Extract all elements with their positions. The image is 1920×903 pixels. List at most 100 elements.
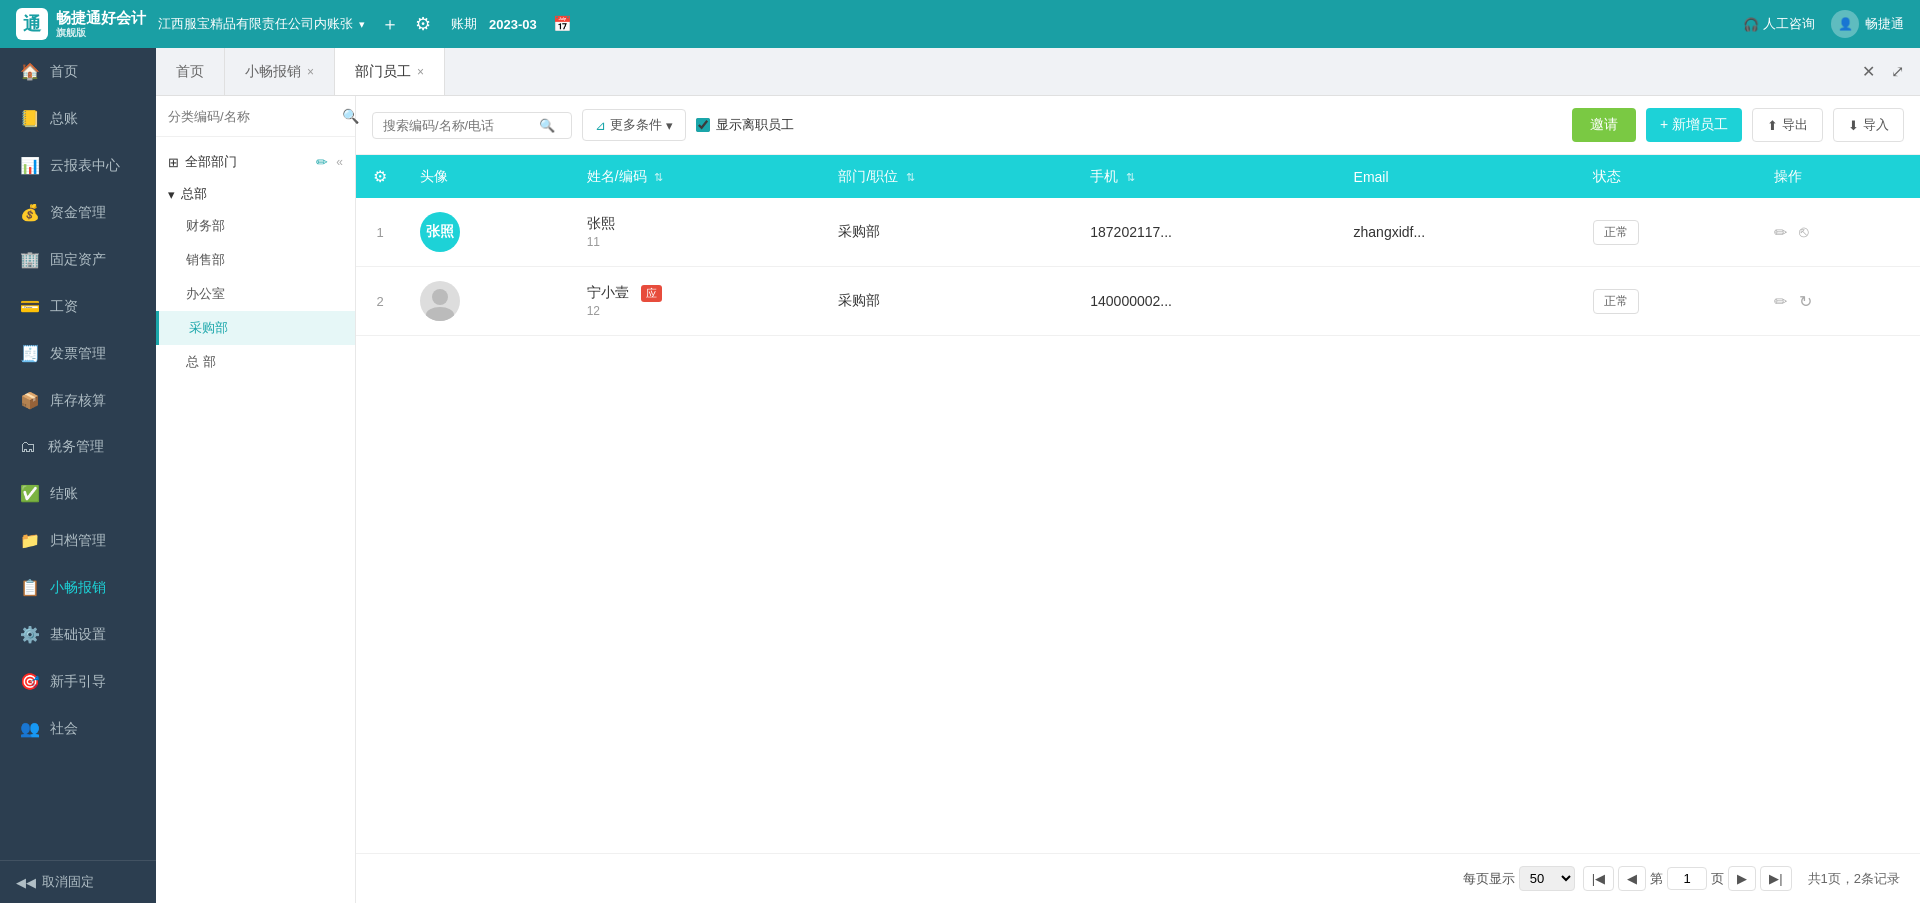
sidebar-scroll: 🏠 首页 📒 总账 📊 云报表中心 💰 资金管理 🏢 固定资产 💳 工资 [0, 48, 156, 860]
dept-tree-header[interactable]: ⊞ 全部部门 ✏ « [156, 145, 355, 179]
status-cell-2: 正常 [1577, 267, 1758, 336]
close-period-icon: ✅ [20, 484, 40, 503]
export-icon: ⬆ [1767, 118, 1778, 133]
name-code-cell-1: 张熙 11 [571, 198, 823, 267]
svg-point-0 [432, 289, 448, 305]
period-label: 账期 [451, 15, 477, 33]
filter-label: 更多条件 [610, 116, 662, 134]
more-filters-button[interactable]: ⊿ 更多条件 ▾ [582, 109, 686, 141]
tab-home-label: 首页 [176, 63, 204, 81]
edit-icon-2[interactable]: ✏ [1774, 292, 1787, 311]
employee-search-input[interactable] [383, 118, 533, 133]
settings-icon[interactable]: ⚙ [415, 13, 431, 35]
sidebar-item-basic-settings[interactable]: ⚙️ 基础设置 [0, 611, 156, 658]
sidebar-label-close: 结账 [50, 485, 78, 503]
tab-employees-label: 部门员工 [355, 63, 411, 81]
show-resigned-checkbox[interactable] [696, 118, 710, 132]
sidebar-item-invoice[interactable]: 🧾 发票管理 [0, 330, 156, 377]
status-badge-2: 正常 [1593, 289, 1639, 314]
tab-employees-close-icon[interactable]: × [417, 65, 424, 79]
dept-item-purchasing[interactable]: 采购部 [156, 311, 355, 345]
tab-expense-close-icon[interactable]: × [307, 65, 314, 79]
sidebar-item-tax[interactable]: 🗂 税务管理 [0, 424, 156, 470]
edit-icon-1[interactable]: ✏ [1774, 223, 1787, 242]
avatar-cell-2 [404, 267, 571, 336]
dept-item-finance[interactable]: 财务部 [156, 209, 355, 243]
dept-collapse-icon[interactable]: « [336, 155, 343, 169]
dept-group-headquarters[interactable]: ▾ 总部 [156, 179, 355, 209]
export-button[interactable]: ⬆ 导出 [1752, 108, 1823, 142]
page-di-label: 第 [1650, 870, 1663, 888]
sidebar-item-home[interactable]: 🏠 首页 [0, 48, 156, 95]
tab-bar: 首页 小畅报销 × 部门员工 × ✕ ⤢ [156, 48, 1920, 96]
dept-item-office[interactable]: 办公室 [156, 277, 355, 311]
sidebar-item-guide[interactable]: 🎯 新手引导 [0, 658, 156, 705]
sidebar-item-reports[interactable]: 📊 云报表中心 [0, 142, 156, 189]
filter-icon: ⊿ [595, 118, 606, 133]
sidebar: 🏠 首页 📒 总账 📊 云报表中心 💰 资金管理 🏢 固定资产 💳 工资 [0, 48, 156, 903]
sidebar-label-guide: 新手引导 [50, 673, 106, 691]
right-panel: 🔍 ⊿ 更多条件 ▾ 显示离职员工 邀请 [356, 96, 1920, 903]
employee-table: ⚙ 头像 姓名/编码 ⇅ 部门/职位 ⇅ 手机 ⇅ Email 状态 操作 [356, 155, 1920, 336]
add-icon[interactable]: ＋ [377, 12, 403, 36]
tab-employees[interactable]: 部门员工 × [335, 48, 445, 95]
col-phone[interactable]: 手机 ⇅ [1074, 155, 1337, 198]
sidebar-label-home: 首页 [50, 63, 78, 81]
tab-home[interactable]: 首页 [156, 48, 225, 95]
sidebar-item-ledger[interactable]: 📒 总账 [0, 95, 156, 142]
col-dept-position[interactable]: 部门/职位 ⇅ [822, 155, 1074, 198]
dept-search-input[interactable] [168, 109, 336, 124]
per-page-select[interactable]: 50 10 20 100 [1519, 866, 1575, 891]
employee-search-box: 🔍 [372, 112, 572, 139]
actions-cell-1: ✏ ⎋ [1758, 198, 1920, 267]
tab-expand-icon[interactable]: ⤢ [1887, 58, 1908, 85]
dept-item-sales[interactable]: 销售部 [156, 243, 355, 277]
phone-cell-1: 187202117... [1074, 198, 1337, 267]
tab-close-all-icon[interactable]: ✕ [1858, 58, 1879, 85]
sidebar-item-funds[interactable]: 💰 资金管理 [0, 189, 156, 236]
dept-edit-icon[interactable]: ✏ [316, 154, 328, 170]
logout-icon-1[interactable]: ⎋ [1799, 223, 1809, 241]
sidebar-label-inventory: 库存核算 [50, 392, 106, 410]
invite-label: 邀请 [1590, 116, 1618, 132]
sidebar-item-payroll[interactable]: 💳 工资 [0, 283, 156, 330]
period-value: 2023-03 [489, 17, 537, 32]
page-content: 🔍 ⊞ 全部部门 ✏ « ▾ 总 [156, 96, 1920, 903]
refresh-icon-2[interactable]: ↻ [1799, 292, 1812, 311]
avatar-1: 张照 [420, 212, 460, 252]
employee-search-icon[interactable]: 🔍 [539, 118, 555, 133]
page-last-button[interactable]: ▶| [1760, 866, 1791, 891]
employee-name-2: 宁小壹 [587, 284, 629, 302]
status-badge-1: 正常 [1593, 220, 1639, 245]
page-prev-button[interactable]: ◀ [1618, 866, 1646, 891]
cancel-fixed-button[interactable]: ◀◀ 取消固定 [16, 873, 140, 891]
add-employee-button[interactable]: + 新增员工 [1646, 108, 1742, 142]
tab-expense[interactable]: 小畅报销 × [225, 48, 335, 95]
tab-expense-label: 小畅报销 [245, 63, 301, 81]
sidebar-item-expense[interactable]: 📋 小畅报销 [0, 564, 156, 611]
page-total: 共1页，2条记录 [1808, 870, 1900, 888]
service-button[interactable]: 🎧 人工咨询 [1743, 15, 1815, 33]
sidebar-item-inventory[interactable]: 📦 库存核算 [0, 377, 156, 424]
sidebar-item-assets[interactable]: 🏢 固定资产 [0, 236, 156, 283]
col-settings-icon[interactable]: ⚙ [373, 168, 387, 185]
import-button[interactable]: ⬇ 导入 [1833, 108, 1904, 142]
employee-tag-2: 应 [641, 285, 662, 302]
sidebar-item-close[interactable]: ✅ 结账 [0, 470, 156, 517]
main-layout: 🏠 首页 📒 总账 📊 云报表中心 💰 资金管理 🏢 固定资产 💳 工资 [0, 48, 1920, 903]
dept-panel: 🔍 ⊞ 全部部门 ✏ « ▾ 总 [156, 96, 356, 903]
page-next-button[interactable]: ▶ [1728, 866, 1756, 891]
sidebar-item-archive[interactable]: 📁 归档管理 [0, 517, 156, 564]
dept-all-label: 全部部门 [185, 153, 237, 171]
dept-item-general[interactable]: 总 部 [156, 345, 355, 379]
svg-point-1 [426, 307, 454, 321]
user-menu[interactable]: 👤 畅捷通 [1831, 10, 1904, 38]
page-nav: |◀ ◀ 第 页 ▶ ▶| [1583, 866, 1792, 891]
page-first-button[interactable]: |◀ [1583, 866, 1614, 891]
sidebar-item-social[interactable]: 👥 社会 [0, 705, 156, 752]
calendar-icon[interactable]: 📅 [553, 15, 572, 33]
company-selector[interactable]: 江西服宝精品有限责任公司内账张 ▾ [158, 15, 365, 33]
invite-button[interactable]: 邀请 [1572, 108, 1636, 142]
page-input[interactable] [1667, 867, 1707, 890]
col-name-code[interactable]: 姓名/编码 ⇅ [571, 155, 823, 198]
